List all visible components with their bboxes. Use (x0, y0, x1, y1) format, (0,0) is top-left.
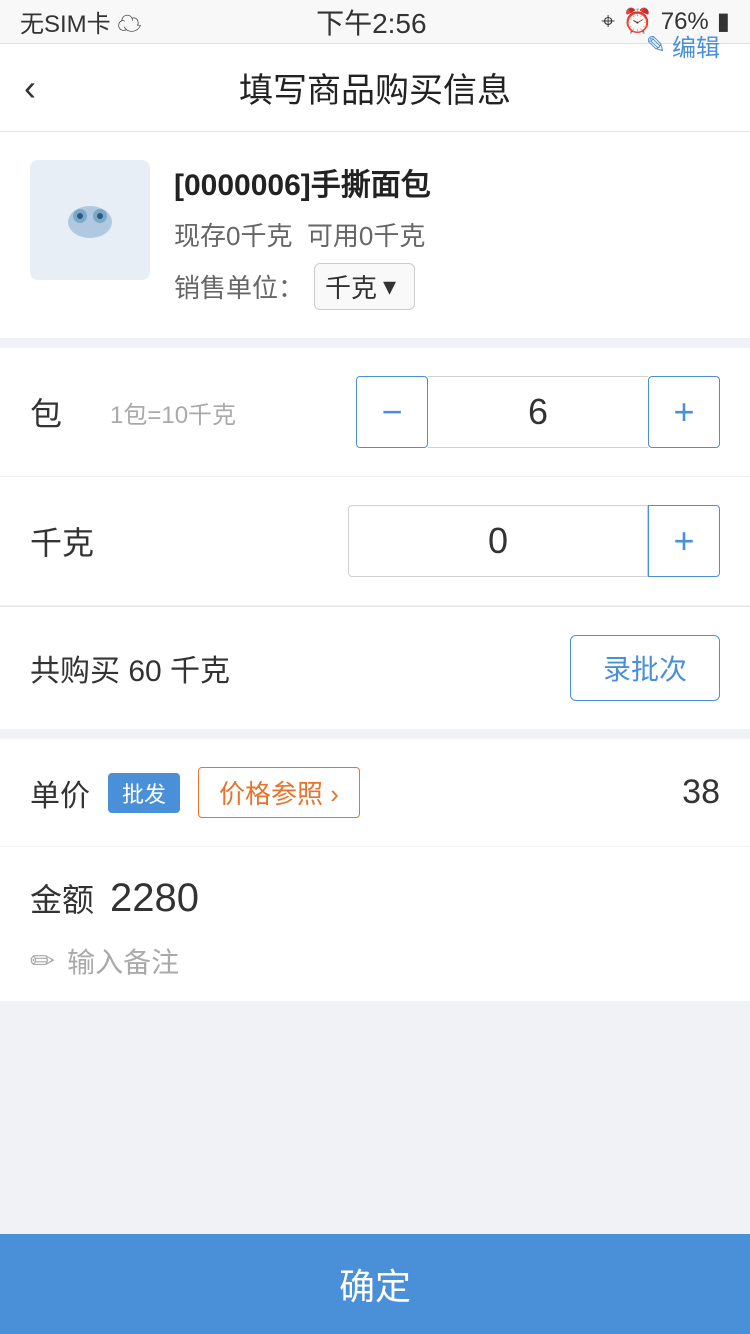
note-row[interactable]: ✏ 输入备注 (30, 941, 720, 981)
status-left: 无SIM卡 ☁ (20, 4, 141, 39)
record-batch-button[interactable]: 录批次 (570, 635, 720, 701)
increase-kg-button[interactable]: + (648, 505, 720, 577)
status-time: 下午2:56 (316, 2, 427, 42)
sim-signal: 无SIM卡 ☁ (20, 4, 141, 39)
product-name: [0000006]手撕面包 (174, 160, 720, 204)
product-logo-icon (60, 190, 120, 250)
product-unit: 销售单位： 千克 ▾ (174, 263, 720, 310)
amount-value: 2280 (110, 876, 199, 921)
amount-section: 金额 2280 ✏ 输入备注 (0, 847, 750, 1001)
unit-label-bao: 包 (30, 389, 110, 435)
quantity-section: 包 1包=10千克 − + 千克 + (0, 348, 750, 607)
product-stock: 现存0千克 可用0千克 (174, 216, 720, 253)
price-value: 38 (682, 773, 720, 812)
price-type-tag: 批发 (108, 773, 180, 813)
unit-label-kg: 千克 (30, 518, 110, 564)
edit-icon: ✎ (646, 31, 666, 60)
quantity-row-kg: 千克 + (0, 477, 750, 606)
qty-control-bao: − + (356, 376, 720, 448)
price-reference-button[interactable]: 价格参照 › (198, 767, 360, 818)
qty-input-kg[interactable] (348, 505, 648, 577)
qty-control-kg: + (348, 505, 720, 577)
amount-label: 金额 (30, 875, 94, 921)
edit-button[interactable]: ✎ 编辑 (646, 28, 720, 63)
chevron-down-icon: ▾ (383, 271, 396, 302)
pencil-icon: ✏ (30, 944, 55, 979)
product-card: [0000006]手撕面包 现存0千克 可用0千克 销售单位： 千克 ▾ ✎ 编… (0, 132, 750, 348)
summary-row: 共购买 60 千克 录批次 (0, 607, 750, 739)
amount-row: 金额 2280 (30, 875, 720, 921)
price-label: 单价 (30, 771, 90, 815)
back-button[interactable]: ‹ (24, 67, 36, 109)
location-icon: ⌖ (601, 8, 615, 36)
decrease-bao-button[interactable]: − (356, 376, 428, 448)
summary-text: 共购买 60 千克 (30, 646, 230, 690)
increase-bao-button[interactable]: + (648, 376, 720, 448)
qty-input-bao[interactable] (428, 376, 648, 448)
page-title: 填写商品购买信息 (239, 63, 511, 112)
unit-select[interactable]: 千克 ▾ (314, 263, 415, 310)
quantity-row-bao: 包 1包=10千克 − + (0, 348, 750, 477)
status-bar: 无SIM卡 ☁ 下午2:56 ⌖ ⏰ 76% ▮ (0, 0, 750, 44)
price-section: 单价 批发 价格参照 › 38 (0, 739, 750, 847)
nav-bar: ‹ 填写商品购买信息 (0, 44, 750, 132)
note-placeholder: 输入备注 (67, 941, 179, 981)
confirm-button[interactable]: 确定 (0, 1234, 750, 1334)
unit-hint-bao: 1包=10千克 (110, 395, 356, 430)
product-thumbnail (30, 160, 150, 280)
product-info: [0000006]手撕面包 现存0千克 可用0千克 销售单位： 千克 ▾ (174, 160, 720, 310)
